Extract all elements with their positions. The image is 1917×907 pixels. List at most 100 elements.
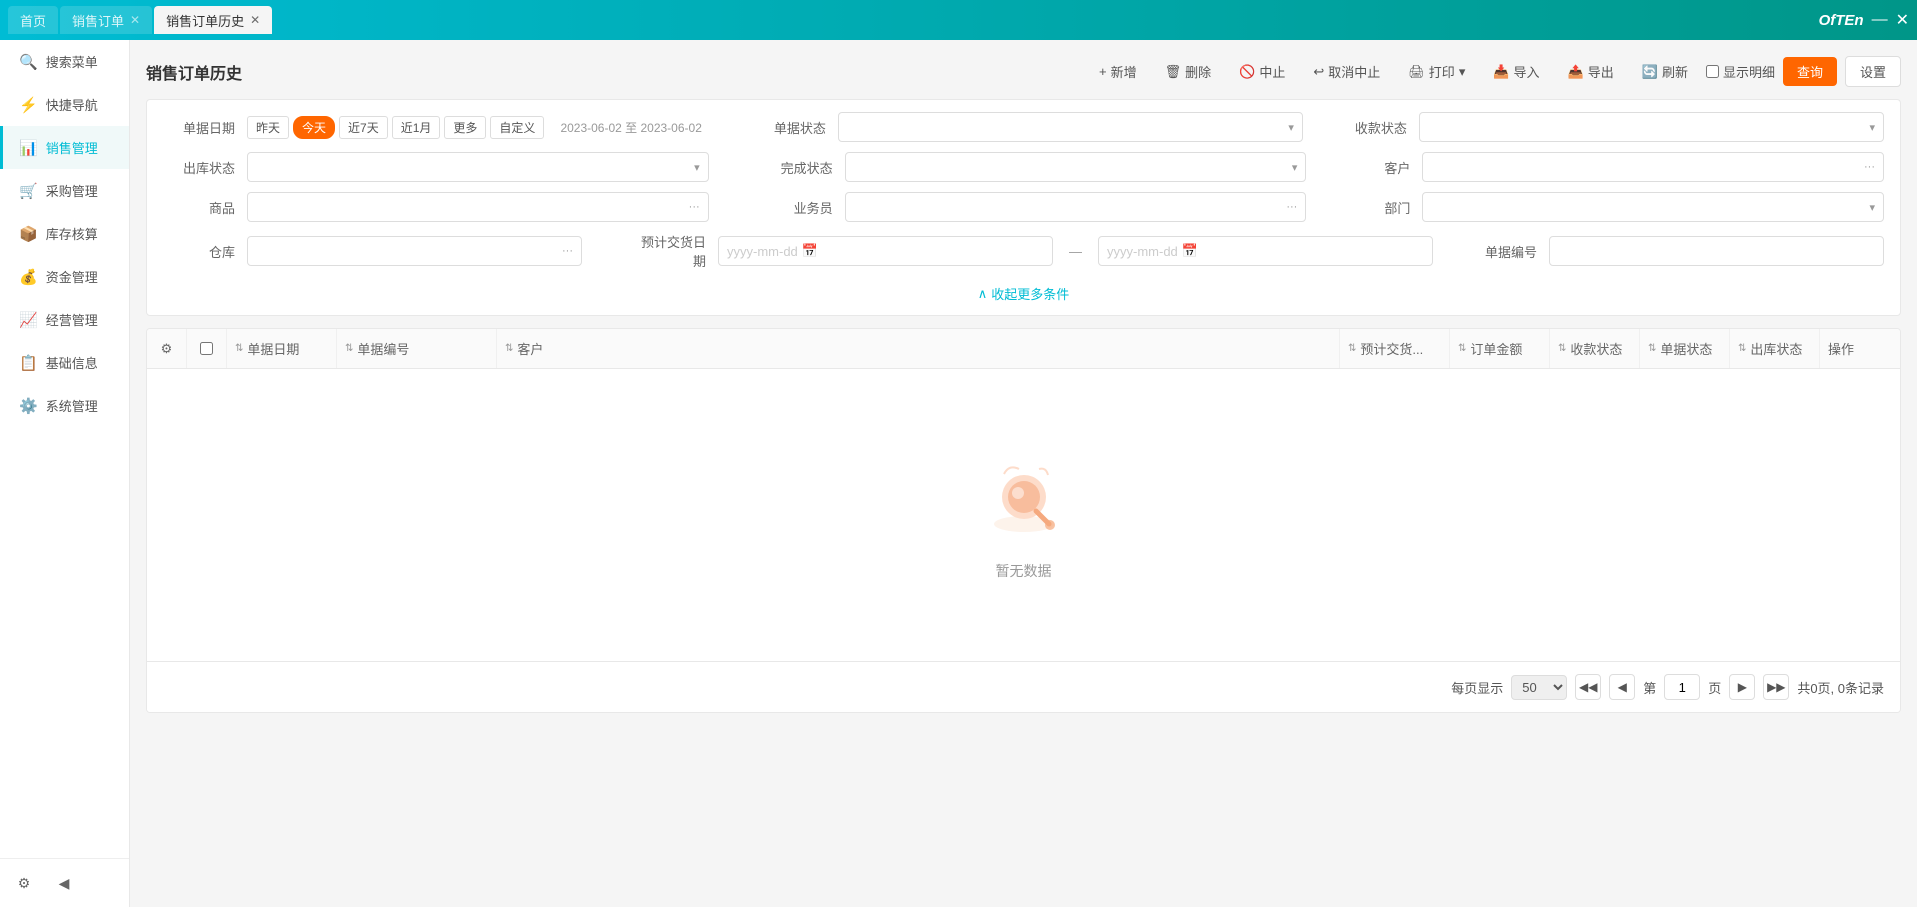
- sidebar-bottom: ⚙ ◀: [0, 858, 129, 907]
- stop-button[interactable]: 🚫 中止: [1229, 57, 1295, 86]
- sales-mgmt-icon: 📊: [19, 139, 38, 157]
- print-button[interactable]: 🖨 打印 ▾: [1398, 57, 1475, 86]
- close-btn[interactable]: ✕: [1896, 10, 1909, 30]
- tab-sales-order[interactable]: 销售订单 ✕: [60, 6, 152, 34]
- date-btn-today[interactable]: 今天: [293, 116, 335, 139]
- receipt-status-select[interactable]: ▾: [1419, 112, 1884, 142]
- collapse-label: 收起更多条件: [991, 284, 1069, 303]
- sidebar-item-purchase-mgmt[interactable]: 🛒 采购管理: [0, 169, 129, 212]
- th-amount[interactable]: ⇅ 订单金额: [1450, 329, 1550, 368]
- close-sales-order[interactable]: ✕: [130, 13, 140, 27]
- complete-status-select-arrow: ▾: [1292, 161, 1298, 174]
- filter-panel: 单据日期 昨天 今天 近7天 近1月 更多 自定义 2023-06-02 至 2…: [146, 99, 1901, 316]
- first-page-btn[interactable]: ◀◀: [1575, 674, 1601, 700]
- sidebar-item-finance[interactable]: 💰 资金管理: [0, 255, 129, 298]
- sidebar-item-quick-nav[interactable]: ⚡ 快捷导航: [0, 83, 129, 126]
- table-container: ⚙ ⇅ 单据日期 ⇅ 单据编号 ⇅ 客户 ⇅: [146, 328, 1901, 713]
- cancel-stop-button[interactable]: ↩ 取消中止: [1303, 57, 1390, 86]
- delivery-date-start[interactable]: yyyy-mm-dd 📅: [718, 236, 1053, 266]
- goods-select[interactable]: ···: [247, 192, 709, 222]
- salesperson-label: 业务员: [761, 198, 833, 217]
- collapse-row[interactable]: ∧ 收起更多条件: [163, 280, 1884, 303]
- tab-sales-order-history[interactable]: 销售订单历史 ✕: [154, 6, 272, 34]
- delete-icon: 🗑: [1165, 64, 1182, 80]
- export-button[interactable]: 📤 导出: [1558, 57, 1624, 86]
- sidebar-item-basic-info[interactable]: 📋 基础信息: [0, 341, 129, 384]
- customer-select[interactable]: ···: [1422, 152, 1884, 182]
- sidebar-item-sys-mgmt[interactable]: ⚙️ 系统管理: [0, 384, 129, 427]
- refresh-button[interactable]: 🔄 刷新: [1632, 57, 1698, 86]
- date-btn-7days[interactable]: 近7天: [339, 116, 388, 139]
- sidebar-collapse-btn[interactable]: ◀: [48, 867, 80, 899]
- delete-button[interactable]: 🗑 删除: [1155, 57, 1222, 86]
- complete-status-label: 完成状态: [761, 158, 833, 177]
- sidebar-item-inventory[interactable]: 📦 库存核算: [0, 212, 129, 255]
- receipt-status-label: 收款状态: [1335, 118, 1407, 137]
- last-page-btn[interactable]: ▶▶: [1763, 674, 1789, 700]
- date-btn-yesterday[interactable]: 昨天: [247, 116, 289, 139]
- tab-home[interactable]: 首页: [8, 6, 58, 34]
- date-btn-more[interactable]: 更多: [444, 116, 486, 139]
- sidebar-label-operations: 经营管理: [46, 310, 98, 329]
- sidebar-label-basic-info: 基础信息: [46, 353, 98, 372]
- sidebar-settings-btn[interactable]: ⚙: [8, 867, 40, 899]
- status-select[interactable]: ▾: [838, 112, 1303, 142]
- sidebar-item-search-menu[interactable]: 🔍 搜索菜单: [0, 40, 129, 83]
- new-button[interactable]: + 新增: [1089, 57, 1147, 86]
- import-button[interactable]: 📥 导入: [1483, 57, 1549, 86]
- page-number-input[interactable]: [1664, 674, 1700, 700]
- doc-no-input[interactable]: [1549, 236, 1884, 266]
- sidebar-item-sales-mgmt[interactable]: 📊 销售管理: [0, 126, 129, 169]
- customer-label: 客户: [1338, 158, 1410, 177]
- delivery-date-end[interactable]: yyyy-mm-dd 📅: [1098, 236, 1433, 266]
- warehouse-select[interactable]: ···: [247, 236, 582, 266]
- prev-page-btn[interactable]: ◀: [1609, 674, 1635, 700]
- empty-illustration: [974, 449, 1074, 549]
- display-detail-label[interactable]: 显示明细: [1706, 62, 1775, 81]
- th-customer[interactable]: ⇅ 客户: [497, 329, 1340, 368]
- warehouse-ellipsis: ···: [562, 245, 573, 257]
- th-sort-icon: ⇅: [235, 343, 243, 354]
- filter-row-goods: 商品 ··· 业务员 ··· 部门 ▾: [163, 192, 1884, 222]
- th-delivery[interactable]: ⇅ 预计交货...: [1340, 329, 1450, 368]
- complete-status-select[interactable]: ▾: [845, 152, 1307, 182]
- th-delivery-sort-icon: ⇅: [1348, 343, 1356, 354]
- th-outbound[interactable]: ⇅ 出库状态: [1730, 329, 1820, 368]
- minimize-btn[interactable]: —: [1872, 11, 1888, 29]
- th-receipt[interactable]: ⇅ 收款状态: [1550, 329, 1640, 368]
- sidebar-label-search-menu: 搜索菜单: [46, 52, 98, 71]
- empty-state: 暂无数据: [147, 369, 1900, 661]
- out-status-select[interactable]: ▾: [247, 152, 709, 182]
- sidebar-item-operations[interactable]: 📈 经营管理: [0, 298, 129, 341]
- finance-icon: 💰: [19, 268, 38, 286]
- dept-select[interactable]: ▾: [1422, 192, 1884, 222]
- top-bar: 首页 销售订单 ✕ 销售订单历史 ✕ OfTEn — ✕: [0, 0, 1917, 40]
- table-header: ⚙ ⇅ 单据日期 ⇅ 单据编号 ⇅ 客户 ⇅: [147, 329, 1900, 369]
- page-size-label: 每页显示: [1451, 678, 1503, 697]
- th-date[interactable]: ⇅ 单据日期: [227, 329, 337, 368]
- query-button[interactable]: 查询: [1783, 57, 1837, 86]
- main-layout: 🔍 搜索菜单 ⚡ 快捷导航 📊 销售管理 🛒 采购管理 📦 库存核算 💰 资金管…: [0, 40, 1917, 907]
- filter-row-warehouse: 仓库 ··· 预计交货日期 yyyy-mm-dd 📅 — yyyy-mm-dd …: [163, 232, 1884, 270]
- stop-icon: 🚫: [1239, 64, 1255, 80]
- set-button[interactable]: 设置: [1845, 56, 1901, 87]
- next-page-btn[interactable]: ▶: [1729, 674, 1755, 700]
- gear-icon[interactable]: ⚙: [161, 341, 173, 357]
- basic-info-icon: 📋: [19, 354, 38, 372]
- warehouse-label: 仓库: [163, 242, 235, 261]
- receipt-status-select-arrow: ▾: [1869, 121, 1875, 134]
- dept-select-arrow: ▾: [1869, 201, 1875, 214]
- salesperson-select[interactable]: ···: [845, 192, 1307, 222]
- page-size-select[interactable]: 50 10 20 100: [1511, 675, 1567, 700]
- sidebar-label-quick-nav: 快捷导航: [46, 95, 98, 114]
- th-outbound-sort-icon: ⇅: [1738, 343, 1746, 354]
- display-detail-checkbox[interactable]: [1706, 65, 1719, 78]
- th-amount-sort-icon: ⇅: [1458, 343, 1466, 354]
- th-no[interactable]: ⇅ 单据编号: [337, 329, 497, 368]
- date-btn-1month[interactable]: 近1月: [392, 116, 441, 139]
- close-sales-order-history[interactable]: ✕: [250, 13, 260, 27]
- select-all-checkbox[interactable]: [200, 342, 213, 355]
- top-bar-right: OfTEn — ✕: [1819, 10, 1909, 30]
- date-btn-custom[interactable]: 自定义: [490, 116, 544, 139]
- th-status[interactable]: ⇅ 单据状态: [1640, 329, 1730, 368]
